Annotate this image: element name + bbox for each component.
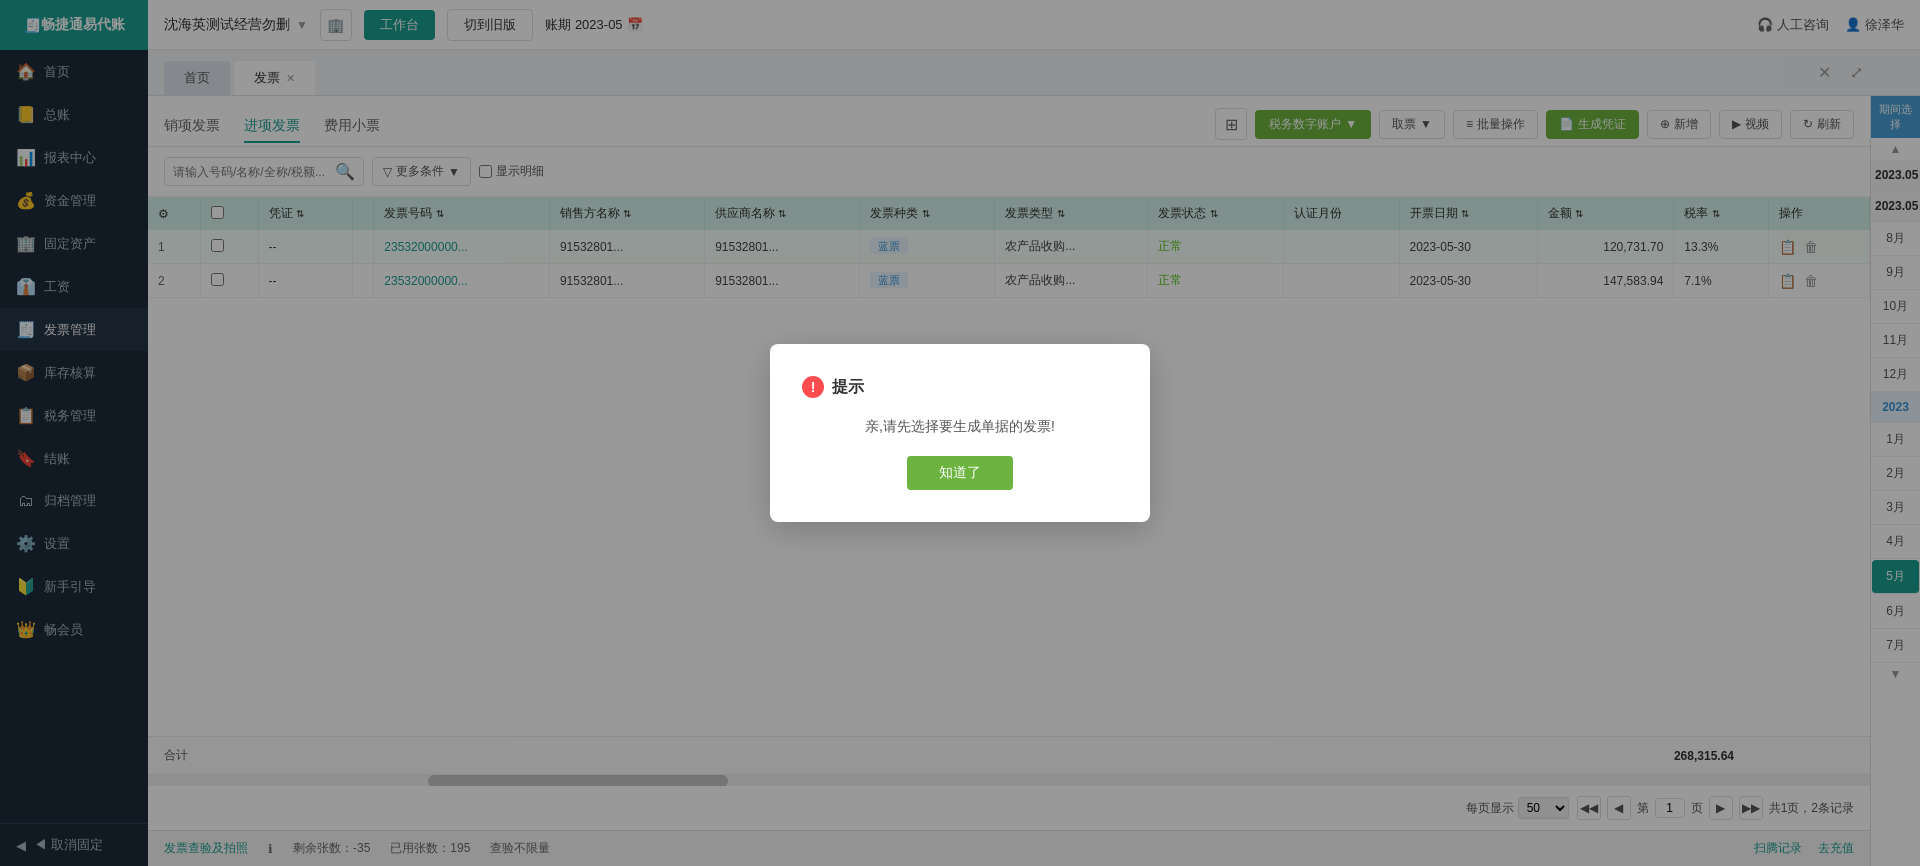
dialog-overlay: ! 提示 亲,请先选择要生成单据的发票! 知道了 [0, 0, 1920, 866]
dialog-title-row: ! 提示 [802, 376, 864, 398]
alert-dialog: ! 提示 亲,请先选择要生成单据的发票! 知道了 [770, 344, 1150, 522]
dialog-message: 亲,请先选择要生成单据的发票! [865, 418, 1055, 436]
warning-icon: ! [802, 376, 824, 398]
dialog-confirm-button[interactable]: 知道了 [907, 456, 1013, 490]
exclamation-icon: ! [811, 379, 816, 395]
dialog-title-text: 提示 [832, 377, 864, 398]
